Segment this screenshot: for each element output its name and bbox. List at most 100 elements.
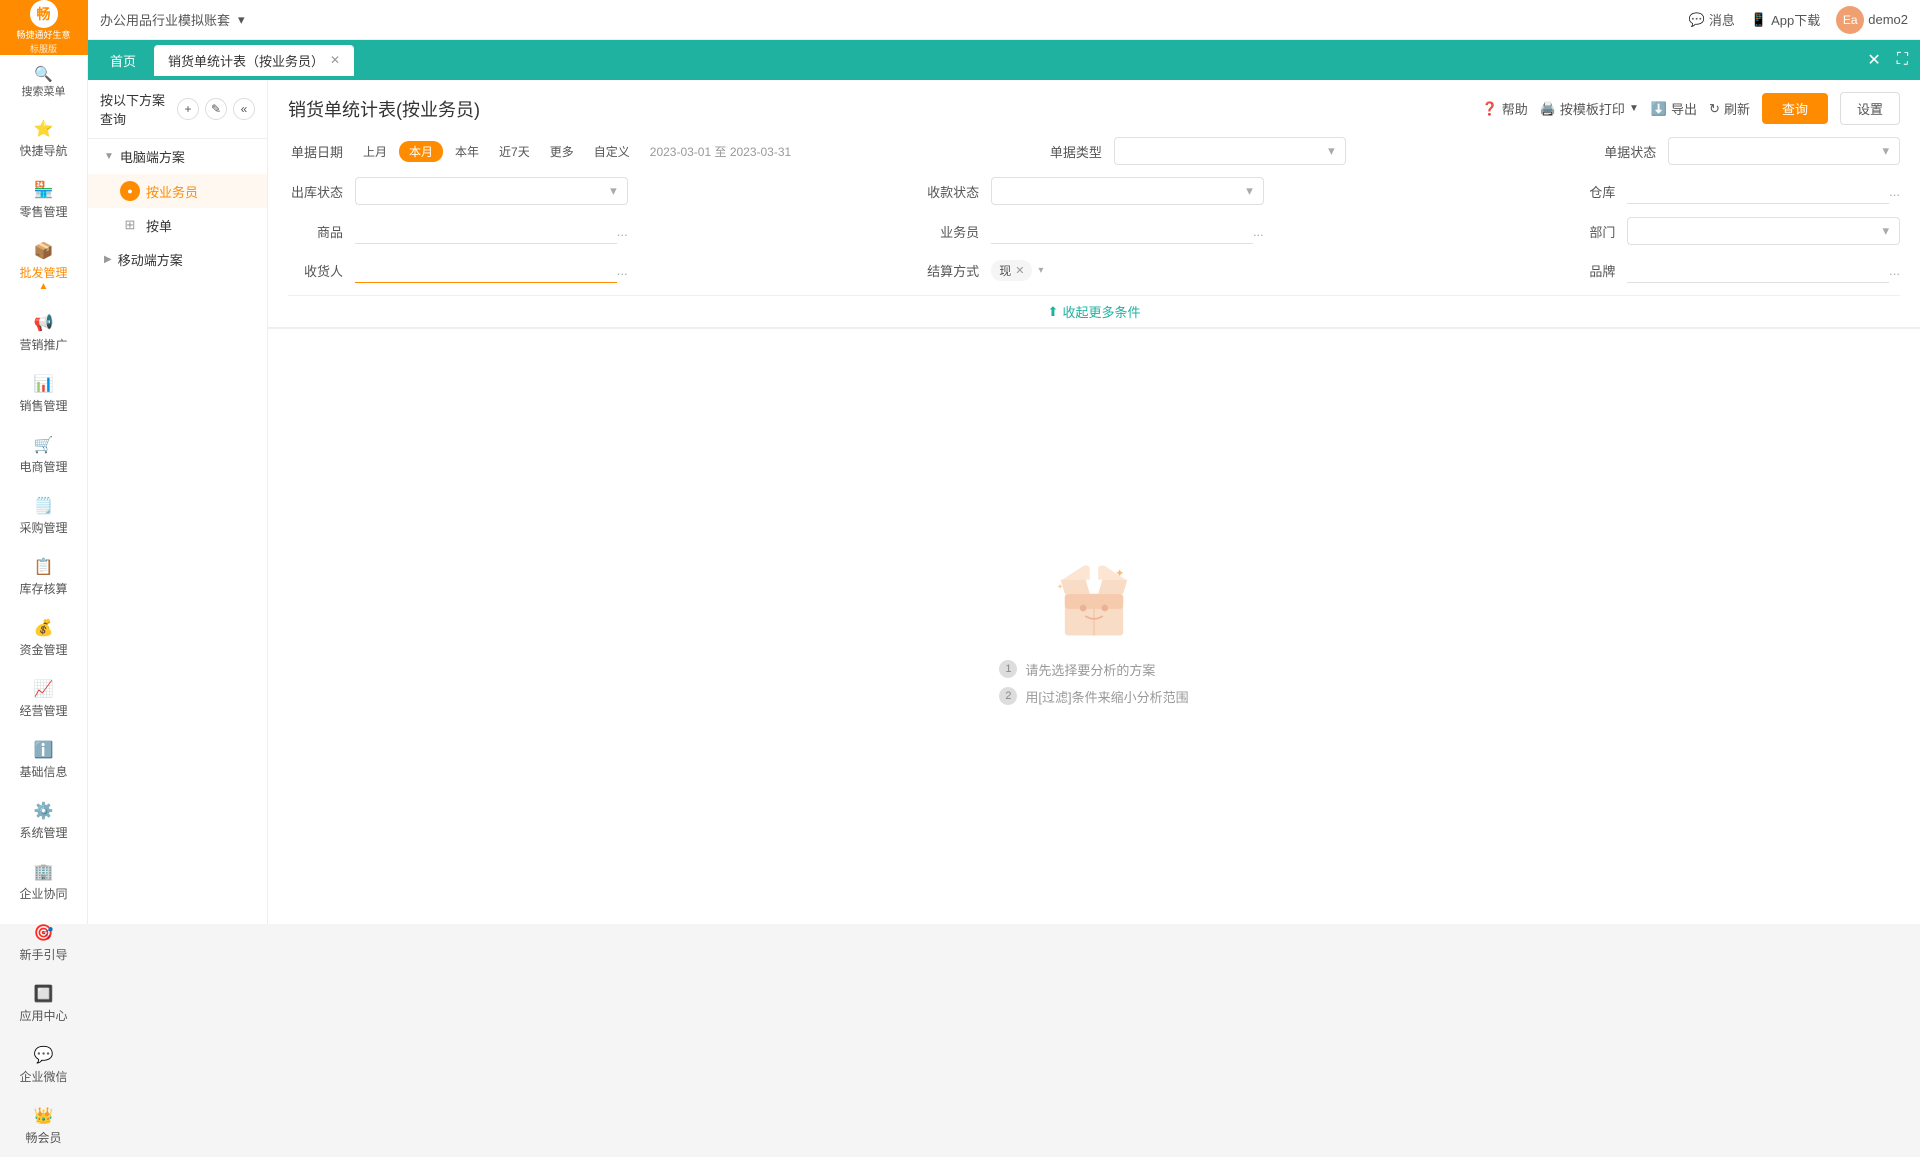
left-panel-title: 按以下方案查询	[100, 90, 177, 128]
query-btn[interactable]: 查询	[1762, 93, 1828, 124]
tree-by-order[interactable]: ⊞ 按单	[88, 208, 267, 242]
refresh-btn[interactable]: ↻ 刷新	[1709, 99, 1750, 118]
collapse-bar[interactable]: ⬆ 收起更多条件	[288, 295, 1900, 327]
sidebar-item-system[interactable]: ⚙️ 系统管理	[0, 791, 88, 852]
date-tab-last7[interactable]: 近7天	[491, 141, 538, 162]
consignee-dots[interactable]: ...	[617, 263, 628, 278]
tab-home[interactable]: 首页	[96, 45, 150, 76]
print-btn[interactable]: 🖨️ 按模板打印 ▼	[1540, 99, 1639, 118]
by-order-label: 按单	[146, 216, 172, 235]
tab-report[interactable]: 销货单统计表（按业务员） ✕	[154, 45, 354, 76]
export-icon: ⬇️	[1651, 101, 1667, 117]
quick-nav-label: 快捷导航	[19, 142, 67, 159]
tab-home-label: 首页	[110, 51, 136, 70]
sidebar-item-ecom[interactable]: 🛒 电商管理	[0, 425, 88, 486]
brand-input[interactable]	[1627, 257, 1889, 283]
tree-by-salesperson[interactable]: ● 按业务员	[88, 174, 267, 208]
sidebar-item-marketing[interactable]: 📢 营销推广	[0, 303, 88, 364]
breadcrumb-text: 办公用品行业模拟账套	[100, 10, 230, 29]
date-range: 2023-03-01 至 2023-03-31	[650, 143, 791, 160]
consignee-input[interactable]	[355, 257, 617, 283]
page-title-row: 销货单统计表(按业务员) ❓ 帮助 🖨️ 按模板打印 ▼ ⬇️	[288, 92, 1900, 125]
wholesale-icon: 📦	[34, 241, 54, 261]
message-btn[interactable]: 💬 消息	[1689, 10, 1735, 29]
goods-label: 商品	[288, 222, 343, 241]
tree-expand-icon: ▼	[104, 151, 114, 162]
wechat-label: 企业微信	[19, 1068, 67, 1085]
search-label: 搜索菜单	[22, 83, 66, 99]
topbar-right: 💬 消息 📱 App下载 Ea demo2	[1689, 6, 1908, 34]
edit-scheme-btn[interactable]: ✎	[205, 98, 227, 120]
inventory-label: 库存核算	[19, 580, 67, 597]
sidebar-item-inventory[interactable]: 📋 库存核算	[0, 547, 88, 608]
system-icon: ⚙️	[34, 801, 54, 821]
sidebar-item-basic[interactable]: ℹ️ 基础信息	[0, 730, 88, 791]
goods-dots[interactable]: ...	[617, 224, 628, 239]
goods-input[interactable]	[355, 218, 617, 244]
sidebar-item-newbie[interactable]: 🎯 新手引导	[0, 913, 88, 974]
app-download-btn[interactable]: 📱 App下载	[1751, 10, 1820, 29]
retail-label: 零售管理	[19, 203, 67, 220]
settings-btn[interactable]: 设置	[1840, 92, 1900, 125]
message-icon: 💬	[1689, 12, 1705, 28]
filter-row-3: 商品 ... 业务员 ... 部门	[288, 217, 1900, 245]
receive-status-select[interactable]: ▾	[991, 177, 1264, 205]
sidebar-item-sales[interactable]: 📊 销售管理	[0, 364, 88, 425]
tab-close-window-btn[interactable]: ✕	[1863, 46, 1884, 74]
tree-pc-scheme[interactable]: ▼ 电脑端方案	[88, 139, 267, 174]
collapse-panel-btn[interactable]: «	[233, 98, 255, 120]
app-download-label: App下载	[1771, 10, 1820, 29]
operation-label: 经营管理	[19, 702, 67, 719]
help-btn[interactable]: ❓ 帮助	[1482, 99, 1528, 118]
brand-dots[interactable]: ...	[1889, 263, 1900, 278]
operation-icon: 📈	[34, 679, 54, 699]
warehouse-dots[interactable]: ...	[1889, 184, 1900, 199]
settlement-tag-clear[interactable]: ✕	[1015, 264, 1024, 277]
settlement-chevron[interactable]: ▾	[1038, 265, 1043, 276]
date-tab-custom[interactable]: 自定义	[586, 141, 638, 162]
tab-fullscreen-btn[interactable]: ⛶	[1893, 46, 1912, 74]
dept-select[interactable]: ▾	[1627, 217, 1900, 245]
date-label: 单据日期	[288, 142, 343, 161]
doc-type-select[interactable]: ▾	[1114, 137, 1346, 165]
sidebar-item-purchase[interactable]: 🗒️ 采购管理	[0, 486, 88, 547]
date-tab-last-month[interactable]: 上月	[355, 141, 395, 162]
settlement-tag-text: 现	[999, 262, 1011, 279]
date-tab-this-year[interactable]: 本年	[447, 141, 487, 162]
add-scheme-btn[interactable]: +	[177, 98, 199, 120]
empty-illustration: ✦ ✦	[1044, 548, 1144, 648]
member-icon: 👑	[34, 1106, 54, 1126]
newbie-icon: 🎯	[34, 923, 54, 943]
tab-close-icon[interactable]: ✕	[330, 53, 340, 67]
search-menu[interactable]: 🔍 搜索菜单	[0, 55, 88, 109]
sidebar-item-wechat[interactable]: 💬 企业微信	[0, 1035, 88, 1096]
export-btn[interactable]: ⬇️ 导出	[1651, 99, 1697, 118]
help-icon: ❓	[1482, 101, 1498, 117]
warehouse-input[interactable]	[1627, 178, 1889, 204]
doc-status-label: 单据状态	[1601, 142, 1656, 161]
salesperson-label: 业务员	[924, 222, 979, 241]
sidebar-item-finance[interactable]: 💰 资金管理	[0, 608, 88, 669]
salesperson-input[interactable]	[991, 218, 1253, 244]
sidebar-item-appstore[interactable]: 🔲 应用中心	[0, 974, 88, 1035]
system-label: 系统管理	[19, 824, 67, 841]
sidebar-item-member[interactable]: 👑 畅会员	[0, 1096, 88, 1157]
filter-row-4: 收货人 ... 结算方式 现 ✕ ▾	[288, 257, 1900, 283]
date-tab-this-month[interactable]: 本月	[399, 141, 443, 162]
sidebar-item-retail[interactable]: 🏪 零售管理	[0, 170, 88, 231]
receive-status-chevron: ▾	[1246, 183, 1253, 199]
refresh-label: 刷新	[1724, 99, 1750, 118]
sidebar-item-operation[interactable]: 📈 经营管理	[0, 669, 88, 730]
date-tab-more[interactable]: 更多	[542, 141, 582, 162]
sidebar-item-wholesale[interactable]: 📦 批发管理 ▲	[0, 231, 88, 303]
doc-status-select[interactable]: ▾	[1668, 137, 1900, 165]
salesperson-dots[interactable]: ...	[1253, 224, 1264, 239]
breadcrumb-arrow[interactable]: ▾	[238, 12, 245, 28]
tree-mobile-scheme[interactable]: ▶ 移动端方案	[88, 242, 267, 277]
sidebar-item-enterprise[interactable]: 🏢 企业协同	[0, 852, 88, 913]
topbar-left: 办公用品行业模拟账套 ▾	[100, 10, 245, 29]
out-status-select[interactable]: ▾	[355, 177, 628, 205]
finance-label: 资金管理	[19, 641, 67, 658]
user-profile[interactable]: Ea demo2	[1836, 6, 1908, 34]
sidebar-item-quick-nav[interactable]: ⭐ 快捷导航	[0, 109, 88, 170]
